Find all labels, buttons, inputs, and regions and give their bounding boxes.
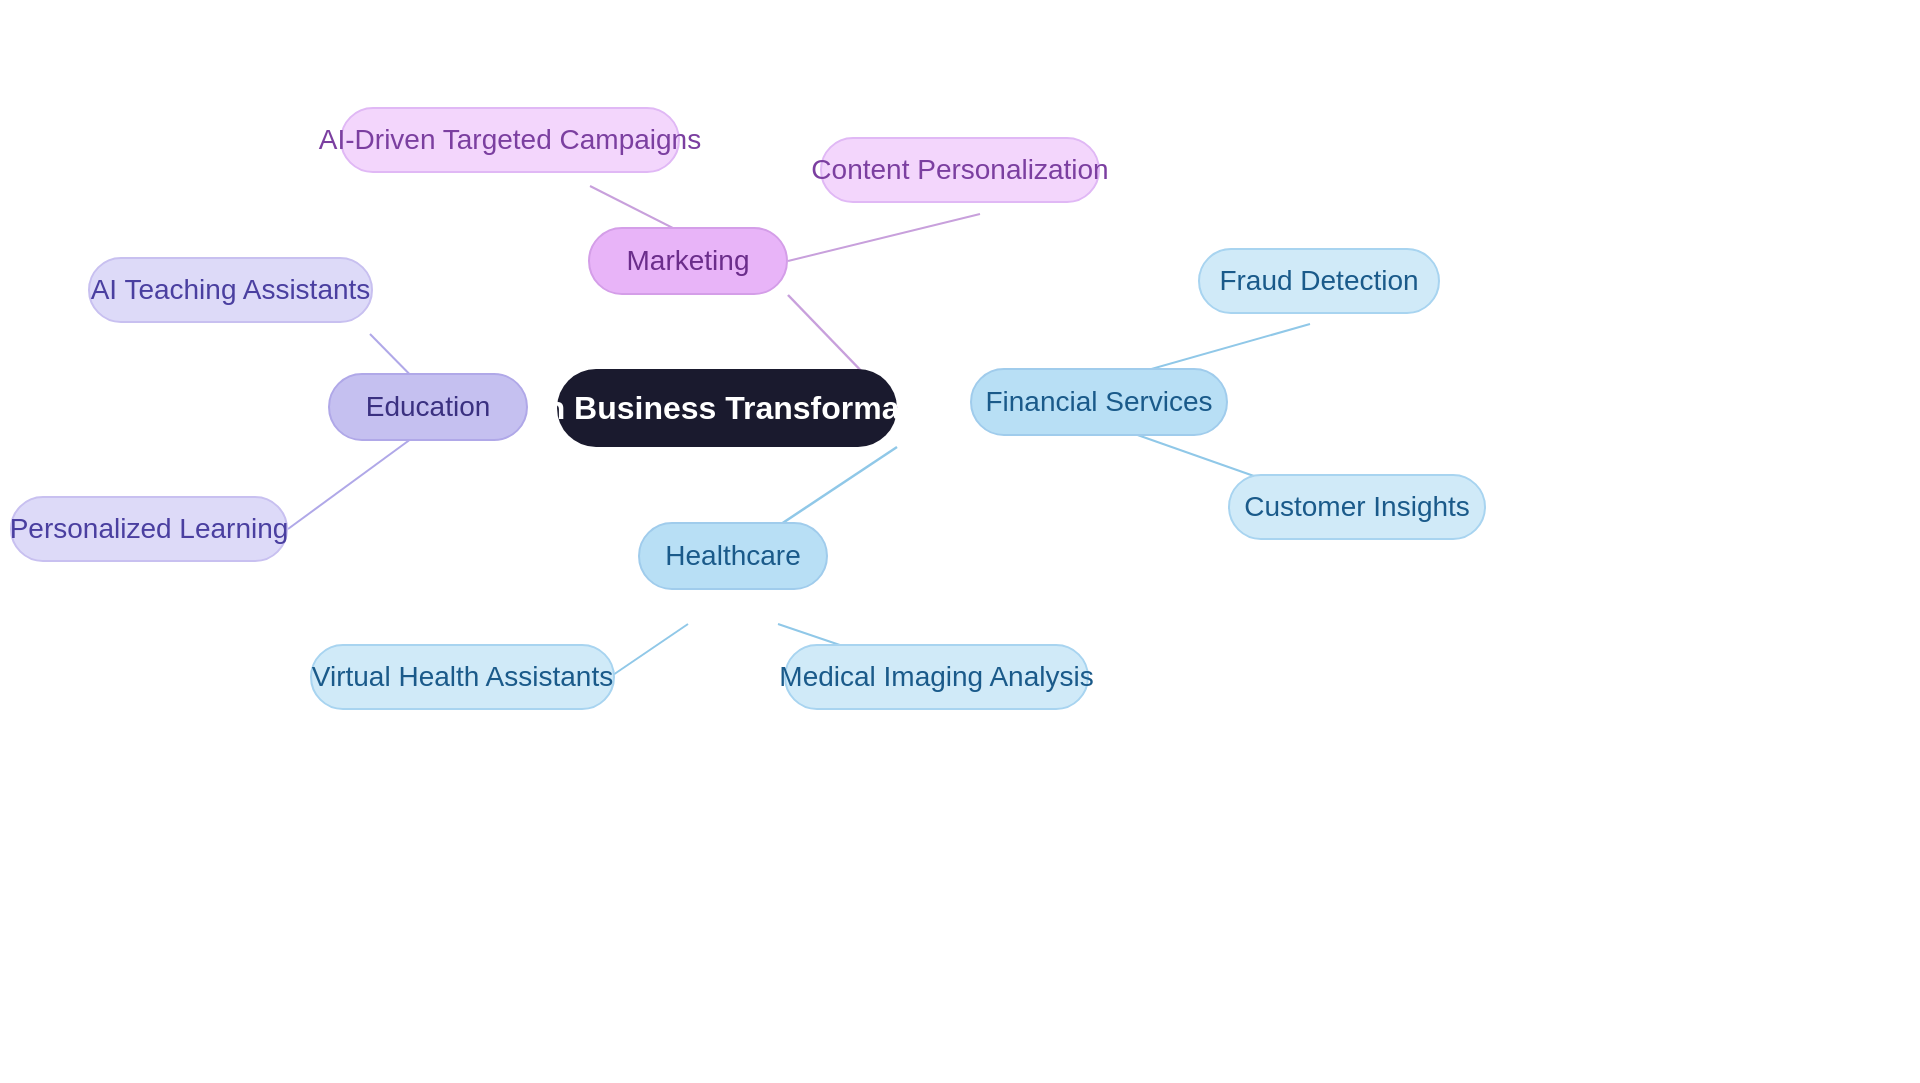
customer-insights-node[interactable]: Customer Insights bbox=[1228, 474, 1486, 540]
personalized-learning-node[interactable]: Personalized Learning bbox=[10, 496, 288, 562]
svg-line-7 bbox=[610, 624, 688, 677]
ai-teaching-label: AI Teaching Assistants bbox=[91, 274, 371, 306]
fraud-detection-node[interactable]: Fraud Detection bbox=[1198, 248, 1440, 314]
center-node: AI in Business Transformation bbox=[557, 369, 897, 447]
financial-label: Financial Services bbox=[985, 386, 1212, 418]
medical-imaging-node[interactable]: Medical Imaging Analysis bbox=[784, 644, 1089, 710]
ai-teaching-node[interactable]: AI Teaching Assistants bbox=[88, 257, 373, 323]
fraud-detection-label: Fraud Detection bbox=[1219, 265, 1418, 297]
virtual-health-node[interactable]: Virtual Health Assistants bbox=[310, 644, 615, 710]
ai-campaigns-node[interactable]: AI-Driven Targeted Campaigns bbox=[340, 107, 680, 173]
healthcare-label: Healthcare bbox=[665, 540, 800, 572]
virtual-health-label: Virtual Health Assistants bbox=[312, 661, 613, 693]
marketing-label: Marketing bbox=[627, 245, 750, 277]
personalized-learning-label: Personalized Learning bbox=[10, 513, 289, 545]
education-node[interactable]: Education bbox=[328, 373, 528, 441]
customer-insights-label: Customer Insights bbox=[1244, 491, 1470, 523]
ai-campaigns-label: AI-Driven Targeted Campaigns bbox=[319, 124, 701, 156]
financial-node[interactable]: Financial Services bbox=[970, 368, 1228, 436]
medical-imaging-label: Medical Imaging Analysis bbox=[779, 661, 1093, 693]
education-label: Education bbox=[366, 391, 491, 423]
marketing-node[interactable]: Marketing bbox=[588, 227, 788, 295]
healthcare-node[interactable]: Healthcare bbox=[638, 522, 828, 590]
center-label: AI in Business Transformation bbox=[496, 390, 958, 427]
content-personalization-label: Content Personalization bbox=[811, 154, 1108, 186]
content-personalization-node[interactable]: Content Personalization bbox=[820, 137, 1100, 203]
svg-line-2 bbox=[788, 214, 980, 261]
